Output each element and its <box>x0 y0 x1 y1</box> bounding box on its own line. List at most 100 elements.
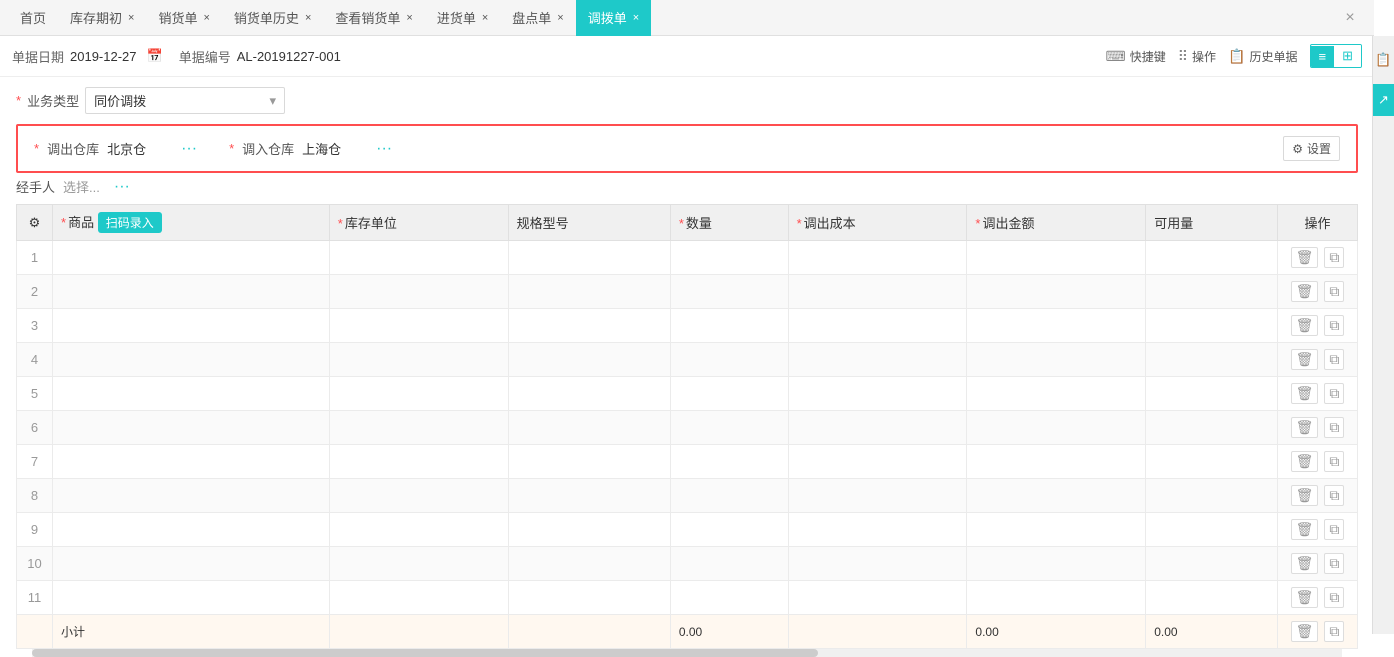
business-type-field: * 业务类型 同价调拨 ▾ <box>16 87 285 114</box>
operation-icon: ⠿ <box>1178 48 1188 65</box>
tab-bar: 首页 库存期初 × 销货单 × 销货单历史 × 查看销货单 × 进货单 × 盘点… <box>0 0 1374 36</box>
table-row: 6 🗑⧉ <box>17 411 1358 445</box>
right-sidebar: 📋 ↗ <box>1372 36 1394 634</box>
close-icon[interactable]: × <box>406 12 412 24</box>
toolbar: 单据日期 2019-12-27 📅 单据编号 AL-20191227-001 ⌨… <box>0 36 1374 77</box>
table-row: 2 🗑⧉ <box>17 275 1358 309</box>
warehouse-section: * 调出仓库 北京仓 ··· * 调入仓库 上海仓 ··· ⚙ 设置 <box>16 124 1358 173</box>
delete-row-button[interactable]: 🗑 <box>1291 587 1319 608</box>
sidebar-expand-icon[interactable]: ↗ <box>1373 84 1394 116</box>
transfer-in-more-button[interactable]: ··· <box>376 140 392 158</box>
table-wrap: ⚙ *商品 扫码录入 *库存单位 规格型号 *数量 *调出成本 <box>0 204 1374 657</box>
delete-row-button[interactable]: 🗑 <box>1291 383 1319 404</box>
scrollbar-thumb[interactable] <box>32 649 818 657</box>
table-row: 7 🗑⧉ <box>17 445 1358 479</box>
tab-stock-init[interactable]: 库存期初 × <box>58 0 146 36</box>
copy-row-button[interactable]: ⧉ <box>1324 621 1344 642</box>
scan-button[interactable]: 扫码录入 <box>98 212 162 233</box>
tab-transfer[interactable]: 调拨单 × <box>576 0 651 36</box>
history-action[interactable]: 📋 历史单据 <box>1228 48 1297 65</box>
quantity-column-header: *数量 <box>670 205 788 241</box>
person-more-button[interactable]: ··· <box>114 178 130 196</box>
form-section: * 业务类型 同价调拨 ▾ <box>0 77 1374 124</box>
close-icon[interactable]: × <box>633 12 639 24</box>
chevron-down-icon: ▾ <box>270 93 277 109</box>
calendar-icon[interactable]: 📅 <box>147 48 163 64</box>
cost-column-header: *调出成本 <box>788 205 967 241</box>
number-field: 单据编号 AL-20191227-001 <box>179 47 341 66</box>
table-row: 1 🗑 ⧉ <box>17 241 1358 275</box>
close-icon[interactable]: × <box>203 12 209 24</box>
tab-inventory[interactable]: 盘点单 × <box>500 0 575 36</box>
unit-column-header: *库存单位 <box>329 205 508 241</box>
subtotal-cost: 0.00 <box>967 615 1146 649</box>
settings-icon: ⚙ <box>1292 142 1303 156</box>
date-field: 单据日期 2019-12-27 📅 <box>12 47 163 66</box>
settings-button[interactable]: ⚙ 设置 <box>1283 136 1340 161</box>
person-row: 经手人 选择... ··· <box>0 173 1374 200</box>
copy-row-button[interactable]: ⧉ <box>1324 519 1344 540</box>
shortcut-icon: ⌨ <box>1106 48 1126 65</box>
person-placeholder[interactable]: 选择... <box>63 177 100 196</box>
close-icon[interactable]: × <box>305 12 311 24</box>
table-row: 4 🗑⧉ <box>17 343 1358 377</box>
delete-row-button[interactable]: 🗑 <box>1291 485 1319 506</box>
delete-row-button[interactable]: 🗑 <box>1291 519 1319 540</box>
view-toggle: ≡ ⊞ <box>1310 44 1363 68</box>
amount-column-header: *调出金额 <box>967 205 1146 241</box>
copy-row-button[interactable]: ⧉ <box>1324 315 1344 336</box>
gear-column-header[interactable]: ⚙ <box>17 205 53 241</box>
tab-sales-history[interactable]: 销货单历史 × <box>222 0 323 36</box>
close-icon[interactable]: × <box>482 12 488 24</box>
delete-row-button[interactable]: 🗑 <box>1291 417 1319 438</box>
table-row: 5 🗑⧉ <box>17 377 1358 411</box>
delete-row-button[interactable]: 🗑 <box>1291 315 1319 336</box>
delete-row-button[interactable]: 🗑 <box>1291 247 1319 268</box>
copy-row-button[interactable]: ⧉ <box>1324 417 1344 438</box>
transfer-in-field: * 调入仓库 上海仓 ··· <box>229 139 392 158</box>
copy-row-button[interactable]: ⧉ <box>1324 247 1344 268</box>
table-row: 10 🗑⧉ <box>17 547 1358 581</box>
delete-row-button[interactable]: 🗑 <box>1291 621 1319 642</box>
delete-row-button[interactable]: 🗑 <box>1291 553 1319 574</box>
copy-row-button[interactable]: ⧉ <box>1324 485 1344 506</box>
copy-row-button[interactable]: ⧉ <box>1324 281 1344 302</box>
operation-action[interactable]: ⠿ 操作 <box>1178 48 1216 65</box>
delete-row-button[interactable]: 🗑 <box>1291 349 1319 370</box>
delete-row-button[interactable]: 🗑 <box>1291 281 1319 302</box>
window-close-button[interactable]: × <box>1334 2 1366 34</box>
subtotal-label: 小计 <box>53 615 330 649</box>
copy-row-button[interactable]: ⧉ <box>1324 553 1344 574</box>
copy-row-button[interactable]: ⧉ <box>1324 451 1344 472</box>
horizontal-scrollbar[interactable] <box>32 649 1342 657</box>
tab-view-sales[interactable]: 查看销货单 × <box>323 0 424 36</box>
sidebar-list-icon[interactable]: 📋 <box>1373 44 1394 76</box>
table-row: 11 🗑⧉ <box>17 581 1358 615</box>
tab-sales-order[interactable]: 销货单 × <box>146 0 221 36</box>
product-column-header: *商品 扫码录入 <box>53 205 330 241</box>
table-row: 8 🗑⧉ <box>17 479 1358 513</box>
delete-row-button[interactable]: 🗑 <box>1291 451 1319 472</box>
transfer-out-more-button[interactable]: ··· <box>181 140 197 158</box>
copy-row-button[interactable]: ⧉ <box>1324 349 1344 370</box>
copy-row-button[interactable]: ⧉ <box>1324 383 1344 404</box>
tab-home[interactable]: 首页 <box>8 0 58 36</box>
business-type-input[interactable]: 同价调拨 ▾ <box>85 87 285 114</box>
table-row: 9 🗑⧉ <box>17 513 1358 547</box>
operation-column-header: 操作 <box>1278 205 1358 241</box>
close-icon[interactable]: × <box>557 12 563 24</box>
shortcut-action[interactable]: ⌨ 快捷键 <box>1106 48 1166 65</box>
tab-purchase[interactable]: 进货单 × <box>425 0 500 36</box>
list-view-button[interactable]: ≡ <box>1311 46 1335 67</box>
close-icon[interactable]: × <box>128 12 134 24</box>
data-table: ⚙ *商品 扫码录入 *库存单位 规格型号 *数量 *调出成本 <box>16 204 1358 649</box>
history-icon: 📋 <box>1228 48 1245 65</box>
spec-column-header: 规格型号 <box>508 205 670 241</box>
grid-view-button[interactable]: ⊞ <box>1334 45 1361 67</box>
subtotal-amount: 0.00 <box>1146 615 1278 649</box>
copy-row-button[interactable]: ⧉ <box>1324 587 1344 608</box>
business-type-row: * 业务类型 同价调拨 ▾ <box>16 87 1358 114</box>
transfer-out-field: * 调出仓库 北京仓 ··· <box>34 139 197 158</box>
subtotal-row: 小计 0.00 0.00 0.00 🗑⧉ <box>17 615 1358 649</box>
table-row: 3 🗑⧉ <box>17 309 1358 343</box>
